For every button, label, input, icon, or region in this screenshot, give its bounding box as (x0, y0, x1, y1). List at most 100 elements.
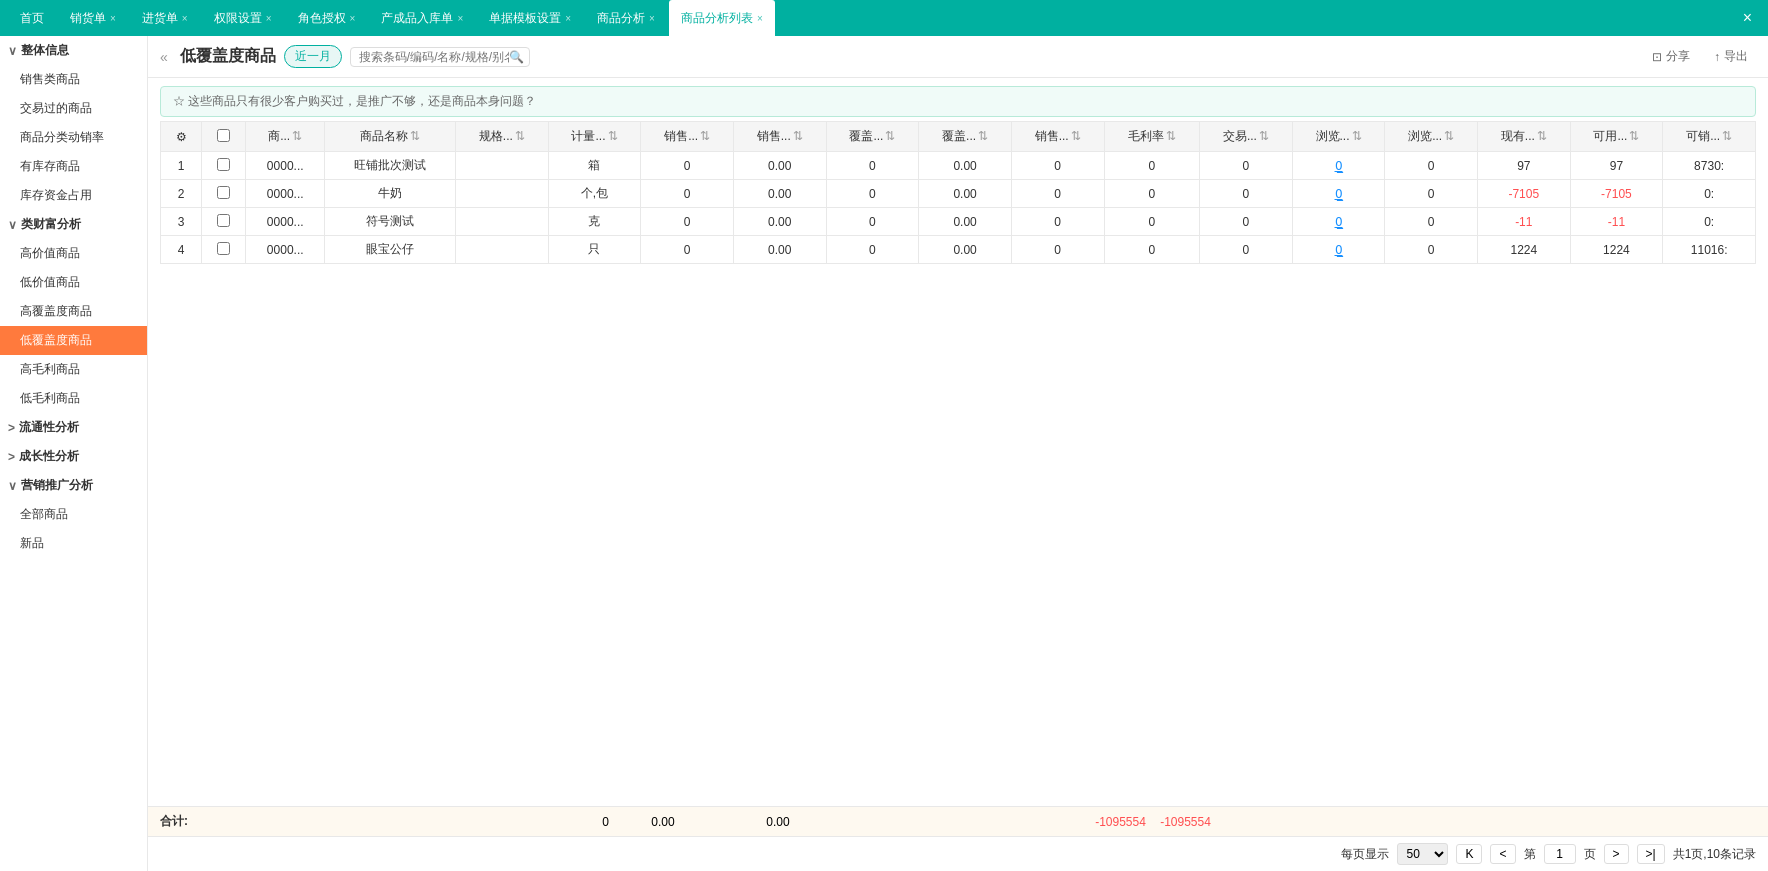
close-template-tab[interactable]: × (565, 13, 571, 24)
column-sales2[interactable]: 销售...⇅ (733, 122, 826, 152)
table-area[interactable]: ⚙ 商...⇅ 商品名称⇅ 规格...⇅ 计量...⇅ 销售...⇅ 销售...… (148, 121, 1768, 806)
nav-item-warehouse[interactable]: 产成品入库单 × (369, 0, 475, 36)
sidebar-section-liquidity[interactable]: > 流通性分析 (0, 413, 147, 442)
chevron-down-icon-3: ∨ (8, 479, 17, 493)
close-roles-tab[interactable]: × (350, 13, 356, 24)
column-unit[interactable]: 计量...⇅ (548, 122, 641, 152)
footer-cov2: 0.00 (748, 815, 808, 829)
sidebar: ∨ 整体信息 销售类商品 交易过的商品 商品分类动销率 有库存商品 库存资金占用… (0, 36, 148, 871)
sidebar-item-inventory-goods[interactable]: 有库存商品 (0, 152, 147, 181)
search-icon[interactable]: 🔍 (509, 50, 524, 64)
column-checkbox[interactable] (202, 122, 246, 152)
close-permissions-tab[interactable]: × (266, 13, 272, 24)
nav-item-home[interactable]: 首页 (8, 0, 56, 36)
nav-item-template[interactable]: 单据模板设置 × (477, 0, 583, 36)
column-saleable[interactable]: 可销...⇅ (1663, 122, 1756, 152)
close-purchase-tab[interactable]: × (182, 13, 188, 24)
export-icon: ↑ (1714, 50, 1720, 64)
table-row: 30000...符号测试克00.0000.000000̲0-11-110: (161, 208, 1756, 236)
main-layout: ∨ 整体信息 销售类商品 交易过的商品 商品分类动销率 有库存商品 库存资金占用… (0, 36, 1768, 871)
column-name[interactable]: 商品名称⇅ (325, 122, 456, 152)
sidebar-item-low-value[interactable]: 低价值商品 (0, 268, 147, 297)
column-spec[interactable]: 规格...⇅ (456, 122, 549, 152)
footer-sales2: 0.00 (633, 815, 693, 829)
nav-item-purchase[interactable]: 进货单 × (130, 0, 200, 36)
collapse-sidebar-button[interactable]: « (160, 49, 168, 65)
export-button[interactable]: ↑ 导出 (1706, 44, 1756, 69)
page-number-input[interactable] (1544, 844, 1576, 864)
footer-current: -1095554 (1088, 815, 1153, 829)
column-code[interactable]: 商...⇅ (246, 122, 325, 152)
column-sales1[interactable]: 销售...⇅ (641, 122, 734, 152)
window-close-button[interactable]: × (1735, 5, 1760, 31)
close-analysis-tab[interactable]: × (649, 13, 655, 24)
sidebar-item-sales-goods[interactable]: 销售类商品 (0, 65, 147, 94)
column-current[interactable]: 现有...⇅ (1477, 122, 1570, 152)
nav-item-analysis[interactable]: 商品分析 × (585, 0, 667, 36)
row-checkbox-1[interactable] (217, 186, 230, 199)
column-coverage1[interactable]: 覆盖...⇅ (826, 122, 919, 152)
sidebar-section-wealth[interactable]: ∨ 类财富分析 (0, 210, 147, 239)
page-title: 低覆盖度商品 (180, 46, 276, 67)
column-browse1[interactable]: 浏览...⇅ (1292, 122, 1385, 152)
column-browse2[interactable]: 浏览...⇅ (1385, 122, 1478, 152)
sidebar-section-marketing[interactable]: ∨ 营销推广分析 (0, 471, 147, 500)
sidebar-section-growth[interactable]: > 成长性分析 (0, 442, 147, 471)
select-all-checkbox[interactable] (217, 129, 230, 142)
sidebar-item-inventory-funds[interactable]: 库存资金占用 (0, 181, 147, 210)
sidebar-item-low-margin[interactable]: 低毛利商品 (0, 384, 147, 413)
footer-total: 合计: 0 0.00 0.00 -1095554 -1095554 (148, 806, 1768, 836)
nav-item-roles[interactable]: 角色授权 × (286, 0, 368, 36)
sidebar-item-traded-goods[interactable]: 交易过的商品 (0, 94, 147, 123)
row-checkbox-0[interactable] (217, 158, 230, 171)
pagination: 每页显示 50 100 200 K < 第 页 > >| 共1页,10条记录 (148, 836, 1768, 871)
column-sales3[interactable]: 销售...⇅ (1011, 122, 1104, 152)
time-filter-button[interactable]: 近一月 (284, 45, 342, 68)
sidebar-item-all-goods[interactable]: 全部商品 (0, 500, 147, 529)
sidebar-section-overall[interactable]: ∨ 整体信息 (0, 36, 147, 65)
column-trade[interactable]: 交易...⇅ (1200, 122, 1293, 152)
content-header: « 低覆盖度商品 近一月 🔍 ⊡ 分享 ↑ 导出 (148, 36, 1768, 78)
table-row: 40000...眼宝公仔只00.0000.000000̲012241224110… (161, 236, 1756, 264)
top-navigation: 首页 销货单 × 进货单 × 权限设置 × 角色授权 × 产成品入库单 × 单据… (0, 0, 1768, 36)
sidebar-item-high-value[interactable]: 高价值商品 (0, 239, 147, 268)
share-button[interactable]: ⊡ 分享 (1644, 44, 1698, 69)
column-available[interactable]: 可用...⇅ (1570, 122, 1663, 152)
row-checkbox-3[interactable] (217, 242, 230, 255)
first-page-button[interactable]: K (1456, 844, 1482, 864)
share-icon: ⊡ (1652, 50, 1662, 64)
search-input[interactable] (359, 50, 509, 64)
table-header-row: ⚙ 商...⇅ 商品名称⇅ 规格...⇅ 计量...⇅ 销售...⇅ 销售...… (161, 122, 1756, 152)
sidebar-item-high-margin[interactable]: 高毛利商品 (0, 355, 147, 384)
sidebar-item-high-coverage[interactable]: 高覆盖度商品 (0, 297, 147, 326)
last-page-button[interactable]: >| (1637, 844, 1665, 864)
page-label: 第 (1524, 846, 1536, 863)
next-page-button[interactable]: > (1604, 844, 1629, 864)
table-row: 10000...旺铺批次测试箱00.0000.000000̲097978730: (161, 152, 1756, 180)
goods-table: ⚙ 商...⇅ 商品名称⇅ 规格...⇅ 计量...⇅ 销售...⇅ 销售...… (160, 121, 1756, 264)
per-page-select[interactable]: 50 100 200 (1397, 843, 1448, 865)
column-coverage2[interactable]: 覆盖...⇅ (919, 122, 1012, 152)
footer-available: -1095554 (1153, 815, 1218, 829)
sidebar-item-category-rate[interactable]: 商品分类动销率 (0, 123, 147, 152)
nav-item-permissions[interactable]: 权限设置 × (202, 0, 284, 36)
close-warehouse-tab[interactable]: × (457, 13, 463, 24)
sidebar-item-low-coverage[interactable]: 低覆盖度商品 (0, 326, 147, 355)
content-area: « 低覆盖度商品 近一月 🔍 ⊡ 分享 ↑ 导出 ☆ 这些商品只有很少客户购买过… (148, 36, 1768, 871)
chevron-right-icon-2: > (8, 450, 15, 464)
sidebar-item-new-goods[interactable]: 新品 (0, 529, 147, 558)
column-gross-margin[interactable]: 毛利率⇅ (1104, 122, 1200, 152)
total-pages-label: 共1页,10条记录 (1673, 846, 1756, 863)
nav-item-sales[interactable]: 销货单 × (58, 0, 128, 36)
prev-page-button[interactable]: < (1490, 844, 1515, 864)
close-sales-tab[interactable]: × (110, 13, 116, 24)
table-row: 20000...牛奶个,包00.0000.000000̲0-7105-71050… (161, 180, 1756, 208)
chevron-down-icon-2: ∨ (8, 218, 17, 232)
chevron-down-icon: ∨ (8, 44, 17, 58)
search-box: 🔍 (350, 47, 530, 67)
column-settings[interactable]: ⚙ (161, 122, 202, 152)
row-checkbox-2[interactable] (217, 214, 230, 227)
footer-sales1: 0 (578, 815, 633, 829)
nav-item-analysis-list[interactable]: 商品分析列表 × (669, 0, 775, 36)
close-analysis-list-tab[interactable]: × (757, 13, 763, 24)
